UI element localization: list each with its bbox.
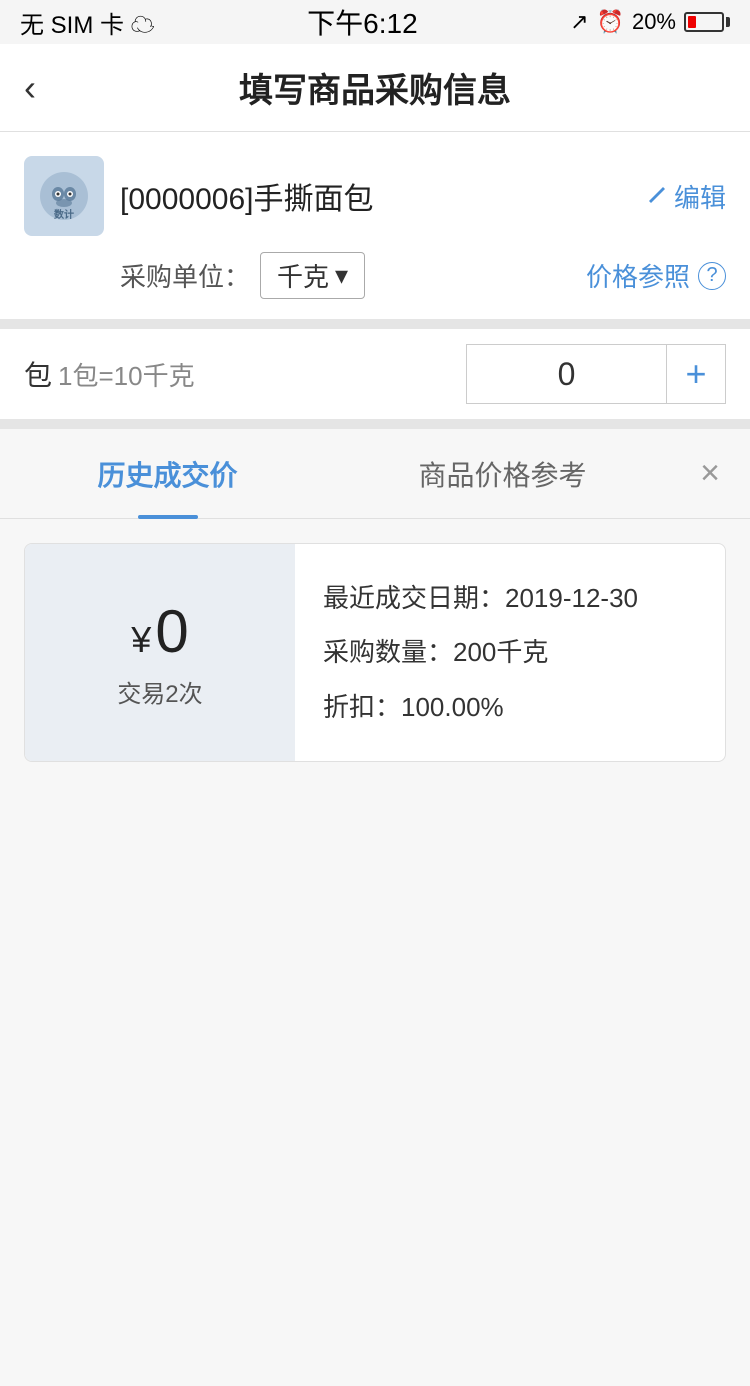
unit-select[interactable]: 千克 ▾ bbox=[260, 252, 365, 299]
status-time: 下午6:12 bbox=[307, 2, 418, 42]
tab-product-label: 商品价格参考 bbox=[418, 454, 586, 494]
quantity-plus-button[interactable]: + bbox=[666, 344, 726, 404]
price-reference-button[interactable]: 价格参照 ? bbox=[586, 257, 726, 294]
tab-product-price[interactable]: 商品价格参考 bbox=[335, 429, 670, 519]
product-thumbnail: 数计 bbox=[24, 156, 104, 236]
purchase-qty-value: 200千克 bbox=[453, 637, 548, 667]
discount-row: 折扣：100.00% bbox=[323, 689, 697, 725]
battery-indicator bbox=[684, 12, 730, 32]
quantity-input-wrap: + bbox=[215, 344, 726, 404]
close-button[interactable]: × bbox=[670, 454, 750, 493]
edit-label: 编辑 bbox=[674, 178, 726, 215]
discount-value: 100.00% bbox=[401, 692, 504, 722]
price-card-right: 最近成交日期：2019-12-30 采购数量：200千克 折扣：100.00% bbox=[295, 544, 725, 761]
quantity-label: 包 1包=10千克 bbox=[24, 354, 195, 394]
price-card-section: ¥ 0 交易2次 最近成交日期：2019-12-30 采购数量：200千克 折扣… bbox=[0, 519, 750, 786]
back-button[interactable]: ‹ bbox=[24, 67, 36, 109]
discount-label: 折扣： bbox=[323, 692, 401, 722]
quantity-input[interactable] bbox=[466, 344, 666, 404]
price-ref-label: 价格参照 bbox=[586, 257, 690, 294]
trades-count: 交易2次 bbox=[117, 674, 202, 709]
no-sim-label: 无 SIM 卡 ☁ bbox=[20, 5, 155, 40]
svg-text:数计: 数计 bbox=[54, 208, 74, 221]
package-label: 包 bbox=[24, 354, 52, 394]
price-amount: ¥ 0 bbox=[131, 597, 188, 666]
product-name: [0000006]手撕面包 bbox=[120, 174, 373, 218]
edit-icon bbox=[646, 185, 668, 207]
help-icon: ? bbox=[698, 262, 726, 290]
header: ‹ 填写商品采购信息 bbox=[0, 44, 750, 132]
unit-label: 采购单位： bbox=[120, 257, 250, 294]
latest-date-row: 最近成交日期：2019-12-30 bbox=[323, 580, 697, 616]
section-divider-2 bbox=[0, 419, 750, 429]
product-section: 数计 [0000006]手撕面包 编辑 采购单位： 千克 ▾ 价格参照 ? bbox=[0, 132, 750, 319]
price-card-left: ¥ 0 交易2次 bbox=[25, 544, 295, 761]
page-title: 填写商品采购信息 bbox=[239, 63, 511, 112]
alarm-icon: ⏰ bbox=[597, 9, 624, 35]
product-info: 数计 [0000006]手撕面包 bbox=[24, 156, 373, 236]
tab-history-label: 历史成交价 bbox=[97, 454, 237, 494]
dropdown-arrow-icon: ▾ bbox=[335, 260, 348, 291]
purchase-quantity-row: 采购数量：200千克 bbox=[323, 634, 697, 670]
price-value: 0 bbox=[155, 597, 188, 666]
product-top-row: 数计 [0000006]手撕面包 编辑 bbox=[24, 156, 726, 236]
battery-pct: 20% bbox=[632, 9, 676, 35]
price-card: ¥ 0 交易2次 最近成交日期：2019-12-30 采购数量：200千克 折扣… bbox=[24, 543, 726, 762]
latest-date-label: 最近成交日期： bbox=[323, 583, 505, 613]
unit-row: 采购单位： 千克 ▾ bbox=[120, 252, 365, 299]
unit-value: 千克 bbox=[277, 257, 329, 294]
tabs-row: 历史成交价 商品价格参考 × bbox=[0, 429, 750, 519]
purchase-qty-label: 采购数量： bbox=[323, 637, 453, 667]
latest-date-value: 2019-12-30 bbox=[505, 583, 638, 613]
section-divider bbox=[0, 319, 750, 329]
conversion-label: 1包=10千克 bbox=[58, 356, 195, 393]
product-bottom-row: 采购单位： 千克 ▾ 价格参照 ? bbox=[120, 252, 726, 299]
status-bar: 无 SIM 卡 ☁ 下午6:12 ↗ ⏰ 20% bbox=[0, 0, 750, 44]
product-logo-icon: 数计 bbox=[36, 168, 92, 224]
price-currency-symbol: ¥ bbox=[131, 619, 151, 661]
tab-active-indicator bbox=[138, 515, 198, 519]
tab-history-price[interactable]: 历史成交价 bbox=[0, 429, 335, 519]
main-body bbox=[0, 786, 750, 1386]
quantity-row: 包 1包=10千克 + bbox=[0, 329, 750, 419]
edit-button[interactable]: 编辑 bbox=[646, 178, 726, 215]
location-icon: ↗ bbox=[570, 9, 588, 35]
status-right: ↗ ⏰ 20% bbox=[570, 9, 730, 35]
status-left: 无 SIM 卡 ☁ bbox=[20, 5, 155, 40]
